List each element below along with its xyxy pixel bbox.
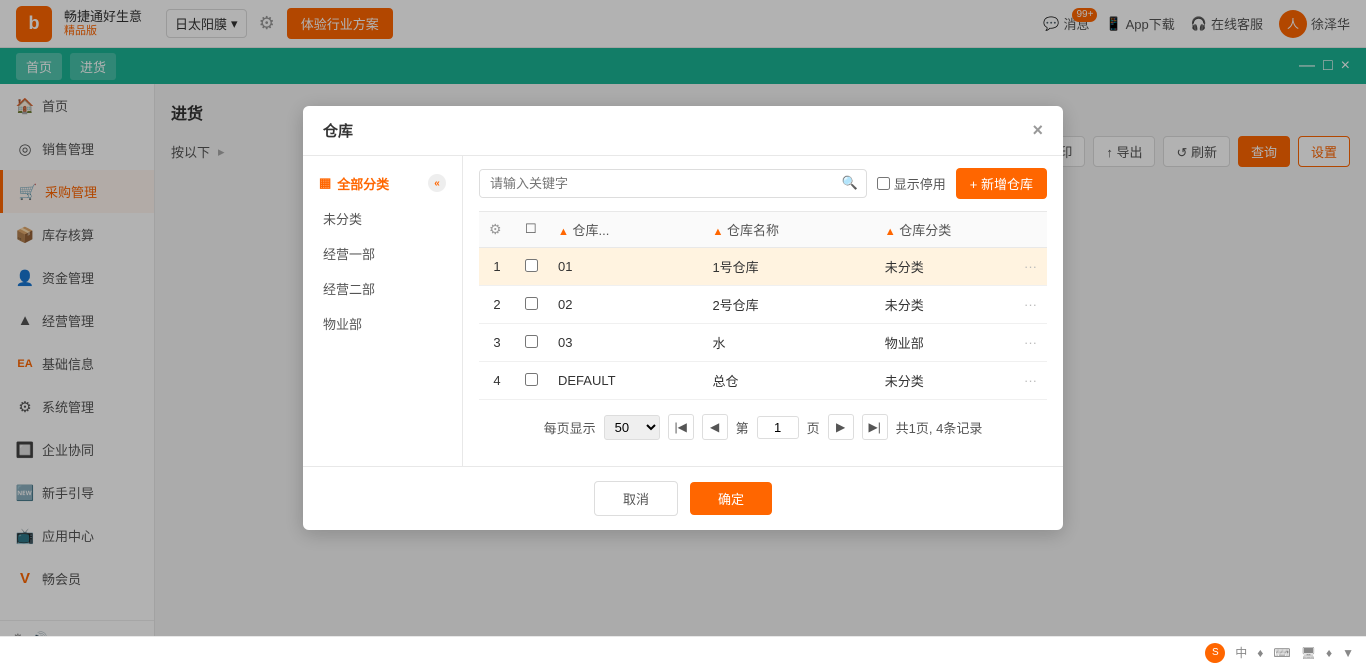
page-input[interactable] xyxy=(757,416,799,439)
status-icon-zh[interactable]: 中 xyxy=(1235,644,1247,661)
pagination: 每页显示 50 100 200 |◀ ◀ 第 页 ▶ ▶| 共1页, 4条记录 xyxy=(479,400,1047,454)
s-logo: S xyxy=(1205,643,1225,663)
table-row: 2 02 2号仓库 未分类··· xyxy=(479,286,1047,324)
row-num: 1 xyxy=(479,247,515,286)
th-name: ▲ 仓库名称 xyxy=(702,211,874,247)
per-page-select[interactable]: 50 100 200 xyxy=(604,415,660,440)
sort-code-icon: ▲ xyxy=(558,226,569,238)
add-warehouse-btn[interactable]: + 新增仓库 xyxy=(956,168,1047,199)
modal-overlay: 仓库 × ▦ 全部分类 « 未分类 经营一部 经营二部 物业部 xyxy=(0,0,1366,636)
status-icon-kbd[interactable]: ⌨ xyxy=(1273,646,1290,660)
table-row: 3 03 水 物业部··· xyxy=(479,324,1047,362)
row-more-btn[interactable]: ··· xyxy=(1024,297,1037,312)
row-category: 未分类··· xyxy=(875,248,1047,286)
th-settings: ⚙ xyxy=(479,211,515,247)
category-property[interactable]: 物业部 xyxy=(303,306,462,341)
row-name: 1号仓库 xyxy=(702,247,874,286)
row-checkbox[interactable] xyxy=(515,286,548,324)
collapse-sidebar-btn[interactable]: « xyxy=(428,174,446,192)
category-ops1[interactable]: 经营一部 xyxy=(303,236,462,271)
last-page-btn[interactable]: ▶| xyxy=(862,414,888,440)
status-icon-dot1: ♦ xyxy=(1257,646,1263,660)
all-category-item[interactable]: ▦ 全部分类 « xyxy=(303,166,462,201)
row-checkbox[interactable] xyxy=(515,362,548,400)
dialog-close-btn[interactable]: × xyxy=(1032,120,1043,141)
dialog-footer: 取消 确定 xyxy=(303,466,1063,530)
row-num: 3 xyxy=(479,324,515,362)
table-header-row: ⚙ ☐ ▲ 仓库... ▲ 仓库名称 ▲ 仓库分类 xyxy=(479,211,1047,247)
statusbar: S 中 ♦ ⌨ 🖥 ♦ ▼ xyxy=(0,636,1366,668)
row-code: 03 xyxy=(548,324,702,362)
page-label: 第 xyxy=(736,418,749,437)
first-page-btn[interactable]: |◀ xyxy=(668,414,694,440)
dialog-body: ▦ 全部分类 « 未分类 经营一部 经营二部 物业部 🔍 xyxy=(303,156,1063,467)
row-checkbox[interactable] xyxy=(515,324,548,362)
row-code: 01 xyxy=(548,247,702,286)
show-disabled-checkbox[interactable] xyxy=(877,177,890,190)
settings-col-icon: ⚙ xyxy=(489,221,502,237)
th-category: ▲ 仓库分类 xyxy=(875,211,1047,247)
sort-name-icon: ▲ xyxy=(712,226,723,238)
row-num: 4 xyxy=(479,362,515,400)
row-num: 2 xyxy=(479,286,515,324)
row-code: 02 xyxy=(548,286,702,324)
category-unclassified[interactable]: 未分类 xyxy=(303,201,462,236)
table-row: 4 DEFAULT 总仓 未分类··· xyxy=(479,362,1047,400)
status-icon-monitor[interactable]: 🖥 xyxy=(1301,646,1316,660)
dialog-title: 仓库 xyxy=(323,120,353,141)
th-checkbox: ☐ xyxy=(515,211,548,247)
search-icon[interactable]: 🔍 xyxy=(834,175,866,191)
row-more-btn[interactable]: ··· xyxy=(1024,373,1037,388)
show-disabled-toggle[interactable]: 显示停用 xyxy=(877,174,946,193)
row-checkbox[interactable] xyxy=(515,247,548,286)
row-more-btn[interactable]: ··· xyxy=(1024,259,1037,274)
cancel-button[interactable]: 取消 xyxy=(594,481,678,516)
row-category: 未分类··· xyxy=(875,362,1047,400)
per-page-label: 每页显示 xyxy=(544,418,596,437)
search-box[interactable]: 🔍 xyxy=(479,169,867,198)
dialog-sidebar: ▦ 全部分类 « 未分类 经营一部 经营二部 物业部 xyxy=(303,156,463,467)
row-code: DEFAULT xyxy=(548,362,702,400)
status-icon-arrow[interactable]: ▼ xyxy=(1342,646,1354,660)
row-name: 水 xyxy=(702,324,874,362)
table-row: 1 01 1号仓库 未分类··· xyxy=(479,247,1047,286)
all-category-label: 全部分类 xyxy=(337,174,389,193)
page-suffix: 页 xyxy=(807,418,820,437)
th-code: ▲ 仓库... xyxy=(548,211,702,247)
row-category: 未分类··· xyxy=(875,286,1047,324)
row-category: 物业部··· xyxy=(875,324,1047,362)
dialog-toolbar: 🔍 显示停用 + 新增仓库 xyxy=(479,168,1047,199)
show-disabled-label: 显示停用 xyxy=(894,174,946,193)
row-more-btn[interactable]: ··· xyxy=(1024,335,1037,350)
next-page-btn[interactable]: ▶ xyxy=(828,414,854,440)
confirm-button[interactable]: 确定 xyxy=(690,482,772,515)
warehouse-dialog: 仓库 × ▦ 全部分类 « 未分类 经营一部 经营二部 物业部 xyxy=(303,106,1063,531)
row-name: 总仓 xyxy=(702,362,874,400)
sort-cat-icon: ▲ xyxy=(885,226,896,238)
dialog-header: 仓库 × xyxy=(303,106,1063,156)
row-name: 2号仓库 xyxy=(702,286,874,324)
total-info: 共1页, 4条记录 xyxy=(896,418,983,437)
category-ops2[interactable]: 经营二部 xyxy=(303,271,462,306)
grid-icon: ▦ xyxy=(319,175,331,191)
dialog-main: 🔍 显示停用 + 新增仓库 ⚙ ☐ ▲ 仓库... xyxy=(463,156,1063,467)
warehouse-table: ⚙ ☐ ▲ 仓库... ▲ 仓库名称 ▲ 仓库分类 1 01 1号仓库 未分类·… xyxy=(479,211,1047,401)
status-icon-dot2: ♦ xyxy=(1326,646,1332,660)
prev-page-btn[interactable]: ◀ xyxy=(702,414,728,440)
search-input[interactable] xyxy=(480,170,834,197)
